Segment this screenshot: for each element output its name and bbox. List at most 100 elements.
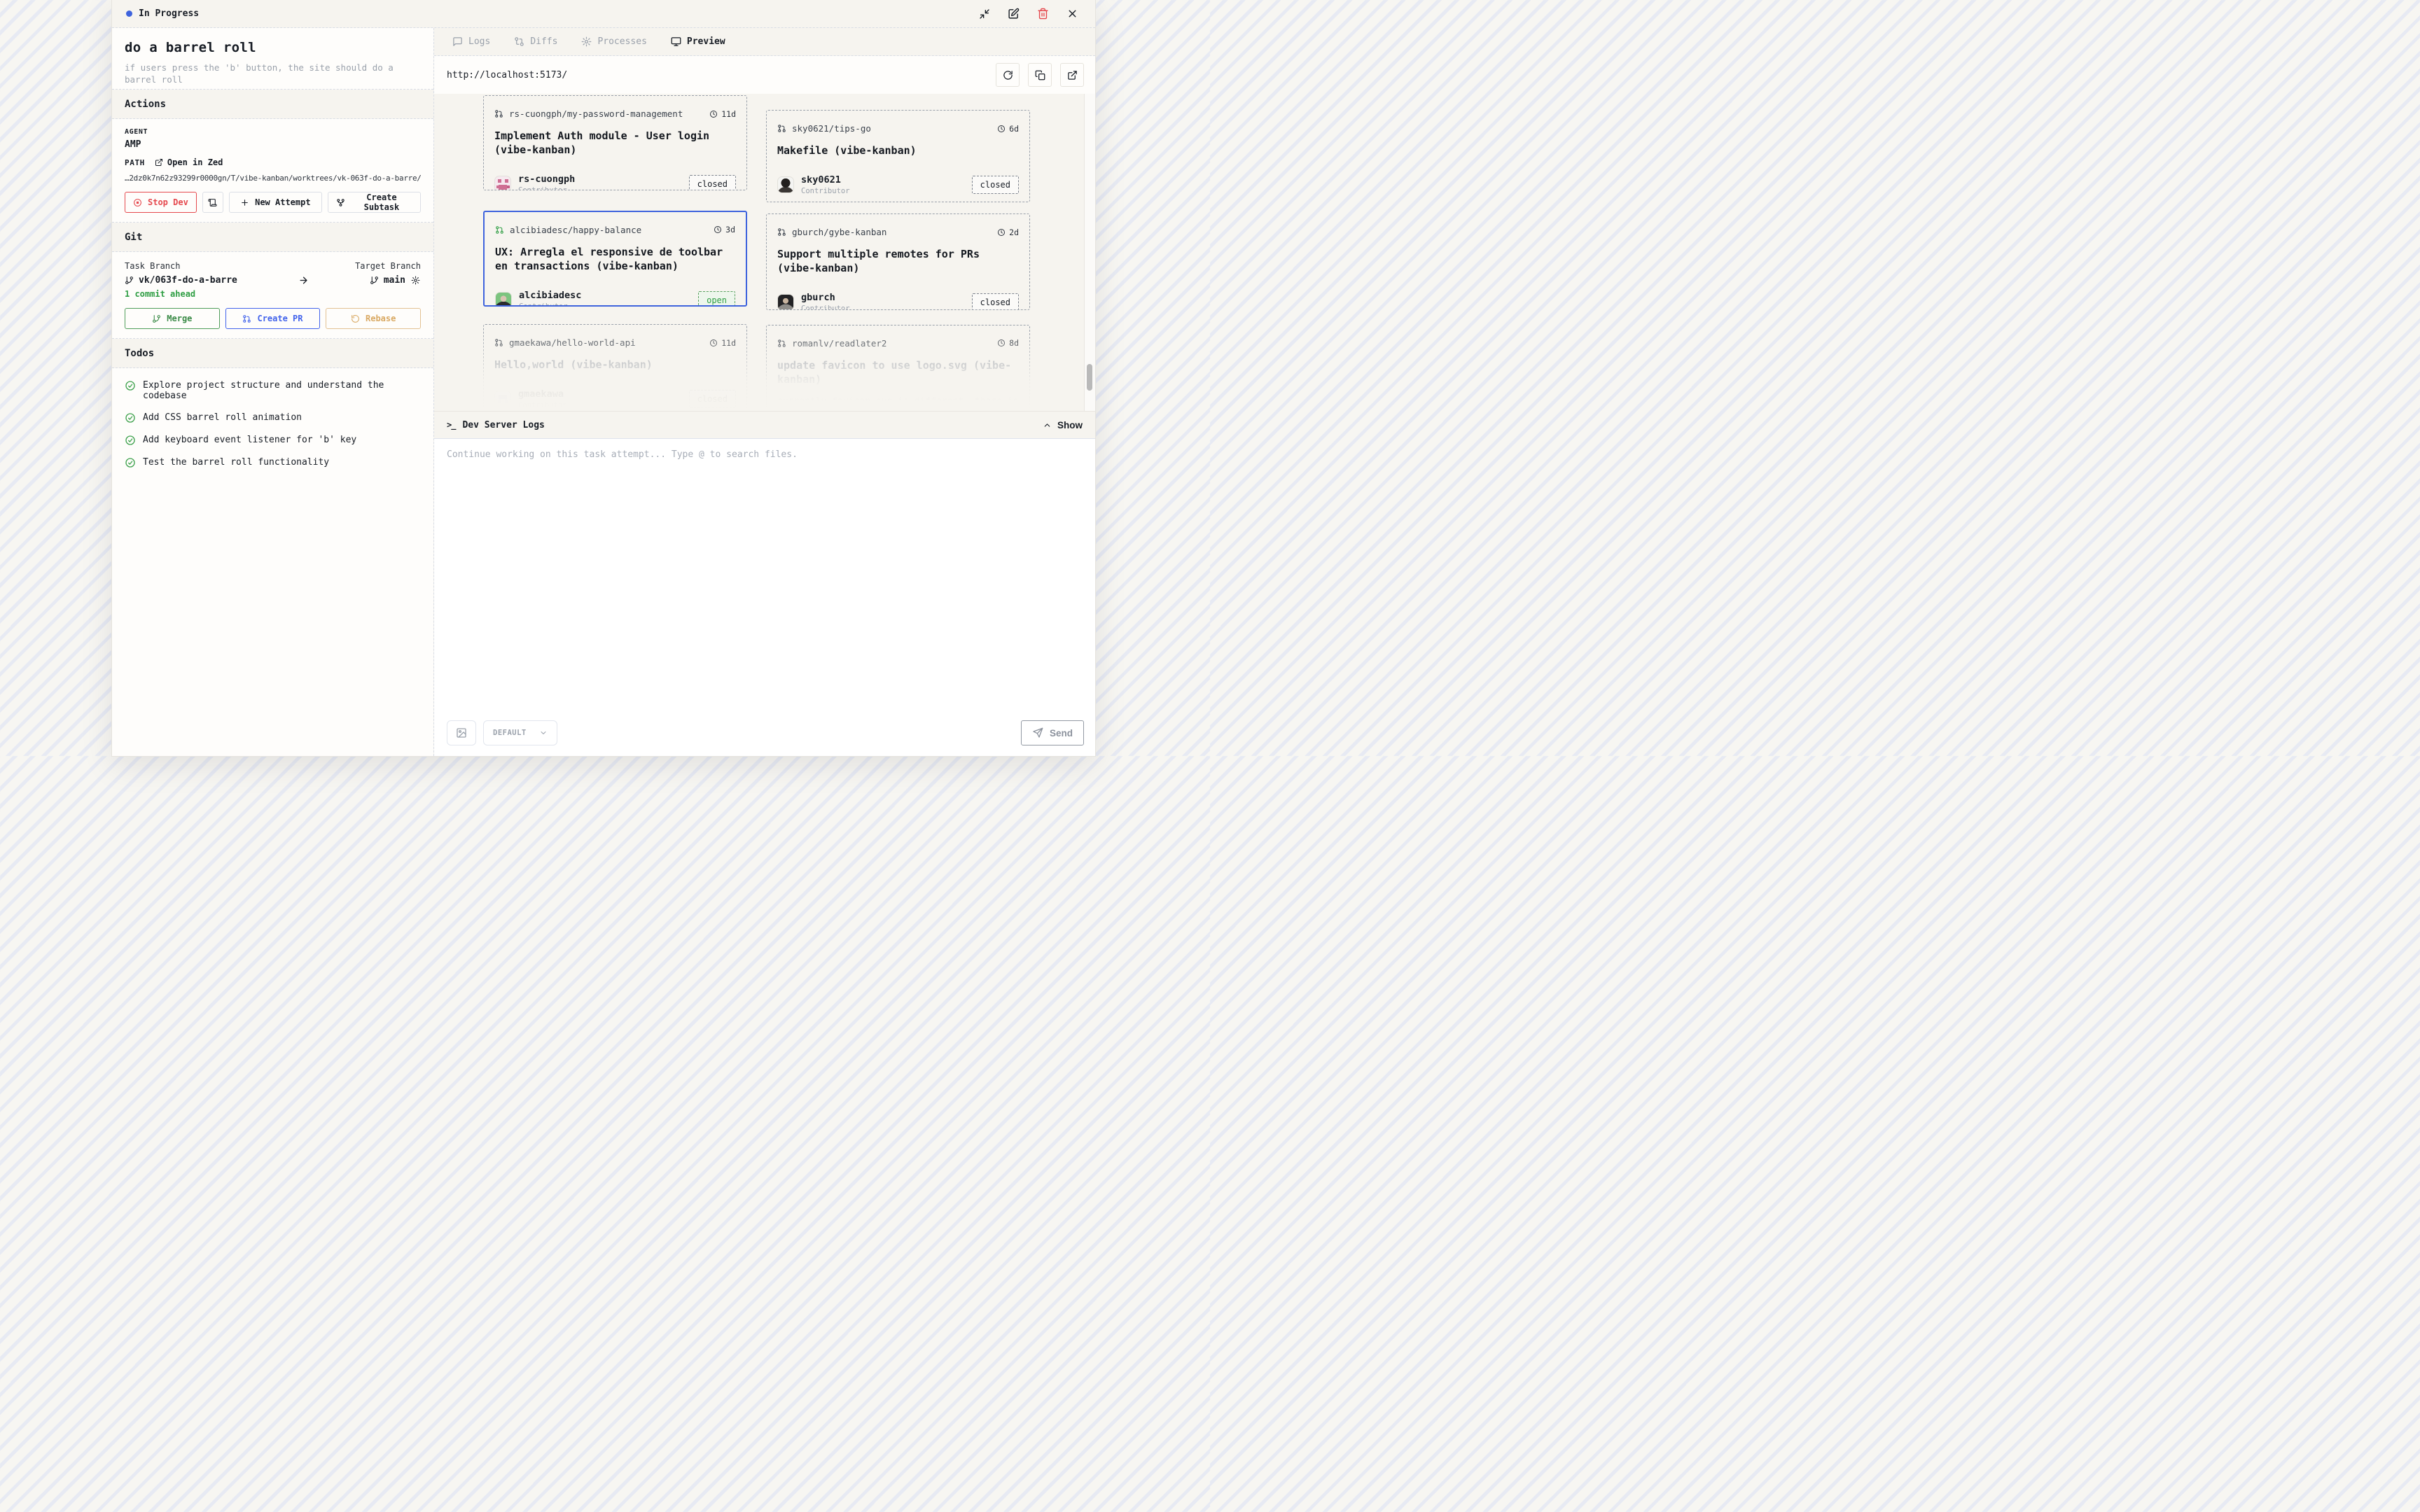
tab-preview[interactable]: Preview (671, 36, 725, 47)
check-circle-icon (125, 435, 136, 446)
pr-status-badge: closed (971, 293, 1019, 309)
pr-status-badge: open (698, 290, 735, 306)
status-label: In Progress (139, 8, 200, 19)
task-sidebar: do a barrel roll if users press the 'b' … (112, 28, 434, 756)
git-pull-request-icon (495, 225, 504, 234)
path-label: PATH (125, 158, 145, 167)
close-button[interactable] (1066, 8, 1078, 20)
monitor-icon (671, 36, 681, 47)
card-role: Contributor (801, 187, 850, 195)
branch-settings-button[interactable] (410, 275, 421, 286)
create-subtask-button[interactable]: Create Subtask (327, 192, 422, 213)
rebase-button[interactable]: Rebase (326, 308, 422, 329)
card-role: Contributor (801, 304, 850, 310)
git-pull-request-icon (777, 227, 786, 237)
message-icon (452, 36, 463, 47)
git-pull-request-icon (494, 338, 503, 347)
task-card[interactable]: romanlv/readlater2 8d update favicon to us… (766, 324, 1030, 411)
stop-circle-icon (133, 198, 142, 207)
refresh-button[interactable] (996, 63, 1020, 87)
pr-status-badge: closed (688, 390, 736, 409)
clock-icon (709, 339, 718, 347)
url-input[interactable] (447, 69, 987, 80)
card-age: 11d (721, 337, 736, 348)
open-external-button[interactable] (1060, 63, 1084, 87)
git-section: Task Branch Target Branch vk/063f-do-a-b… (112, 252, 433, 339)
git-branch-icon (125, 276, 134, 285)
arrow-right-icon (298, 275, 309, 286)
scrollbar-thumb[interactable] (1087, 364, 1092, 391)
tab-diffs[interactable]: Diffs (514, 36, 557, 47)
copy-url-button[interactable] (1028, 63, 1052, 87)
create-pr-button[interactable]: Create PR (225, 308, 321, 329)
avatar (495, 291, 512, 306)
send-button[interactable]: Send (1020, 720, 1084, 746)
target-branch-name: main (383, 275, 405, 286)
git-branch-icon (152, 314, 161, 323)
edit-task-button[interactable] (1008, 8, 1020, 20)
tab-logs[interactable]: Logs (452, 36, 490, 47)
refresh-icon (1003, 70, 1013, 80)
chevron-down-icon (539, 729, 548, 737)
actions-section: AGENT AMP PATH Open in Zed …2dz0k7n62z93… (112, 119, 433, 223)
external-link-icon (155, 158, 163, 167)
stop-dev-button[interactable]: Stop Dev (125, 192, 197, 213)
rebase-icon (351, 314, 360, 323)
todo-item: Add keyboard event listener for 'b' key (125, 435, 421, 446)
pr-status-badge: closed (971, 176, 1019, 194)
card-age: 11d (721, 108, 736, 119)
scroll-icon (208, 198, 217, 207)
dev-logs-label: Dev Server Logs (462, 419, 545, 430)
git-pull-request-icon (777, 124, 786, 133)
external-link-icon (1067, 70, 1078, 80)
send-icon (1032, 727, 1043, 738)
card-username: rs-cuongph (518, 174, 576, 185)
card-role: Contributor (518, 186, 575, 190)
open-in-zed-button[interactable]: Open in Zed (155, 158, 223, 167)
check-circle-icon (125, 412, 136, 424)
card-repo: alcibiadesc/happy-balance (510, 224, 642, 235)
pr-status-badge: closed (688, 175, 736, 190)
git-section-heading: Git (112, 223, 433, 252)
card-username: sky0621 (801, 174, 841, 186)
task-card[interactable]: alcibiadesc/happy-balance 3d UX: Arregla e… (483, 210, 747, 307)
todo-item: Add CSS barrel roll animation (125, 412, 421, 424)
scrollbar-track[interactable] (1084, 94, 1095, 411)
card-title: UX: Arregla el responsive de toolbar en … (495, 245, 723, 272)
task-card[interactable]: rs-cuongph/my-password-management 11d Impl… (483, 95, 747, 190)
actions-section-heading: Actions (112, 90, 433, 119)
card-repo: sky0621/tips-go (792, 123, 871, 134)
dev-logs-button[interactable] (202, 192, 223, 213)
preview-url-bar (434, 56, 1095, 94)
plus-icon (240, 198, 249, 207)
card-description: currently favicon.svg is different, ther… (777, 395, 1019, 400)
task-card[interactable]: sky0621/tips-go6dMakefile (vibe-kanban)l… (766, 110, 1030, 203)
check-circle-icon (125, 380, 136, 391)
chevron-up-icon (1043, 421, 1052, 430)
task-branch-name: vk/063f-do-a-barre (139, 275, 237, 286)
variant-select[interactable]: DEFAULT (483, 720, 557, 746)
minimize-button[interactable] (978, 8, 990, 20)
task-description: if users press the 'b' button, the site … (125, 62, 394, 85)
commits-ahead-text: 1 commit ahead (125, 289, 196, 299)
card-title: Support multiple remotes for PRs (vibe-k… (777, 248, 980, 275)
new-attempt-button[interactable]: New Attempt (228, 192, 322, 213)
merge-button[interactable]: Merge (125, 308, 220, 329)
check-circle-icon (125, 457, 136, 468)
card-role: Contributor (519, 302, 568, 307)
card-age: 8d (1009, 338, 1019, 349)
tab-processes[interactable]: Processes (581, 36, 647, 47)
delete-task-button[interactable] (1037, 8, 1049, 20)
show-logs-button[interactable]: Show (1043, 420, 1083, 430)
task-card[interactable]: gburch/gybe-kanban 2d Support multiple rem… (766, 214, 1030, 310)
card-username: alcibiadesc (519, 289, 582, 301)
attempt-panel: Logs Diffs Processes Preview rs-cuongph/my-… (434, 28, 1095, 756)
card-age: 3d (725, 225, 735, 235)
message-input[interactable] (434, 439, 1095, 489)
task-card[interactable]: gmaekawa/hello-world-api 11d Hello,world (… (483, 324, 747, 411)
avatar (777, 176, 794, 193)
git-pull-request-icon (242, 314, 251, 323)
attach-image-button[interactable] (447, 720, 476, 746)
todo-list: Explore project structure and understand… (112, 368, 433, 756)
copy-icon (1035, 70, 1045, 80)
